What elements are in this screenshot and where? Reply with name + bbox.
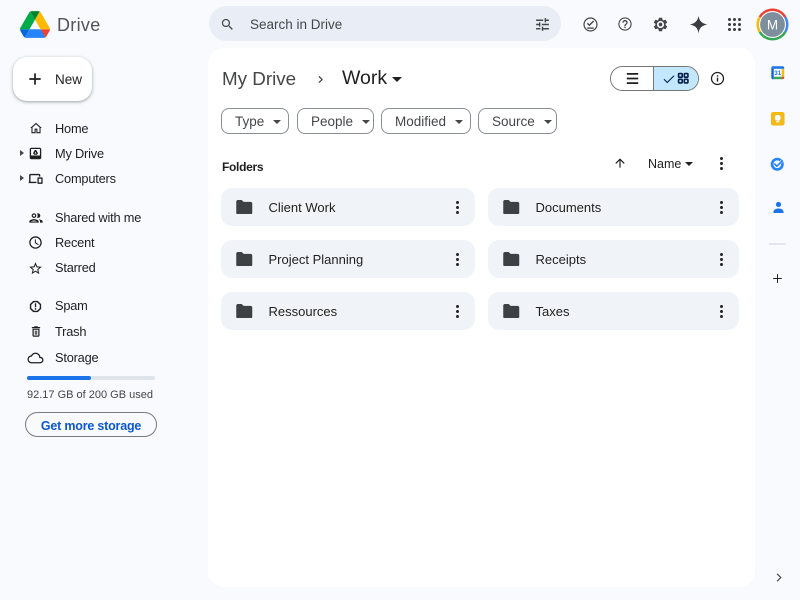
- svg-text:M: M: [767, 17, 778, 32]
- svg-text:31: 31: [774, 70, 781, 77]
